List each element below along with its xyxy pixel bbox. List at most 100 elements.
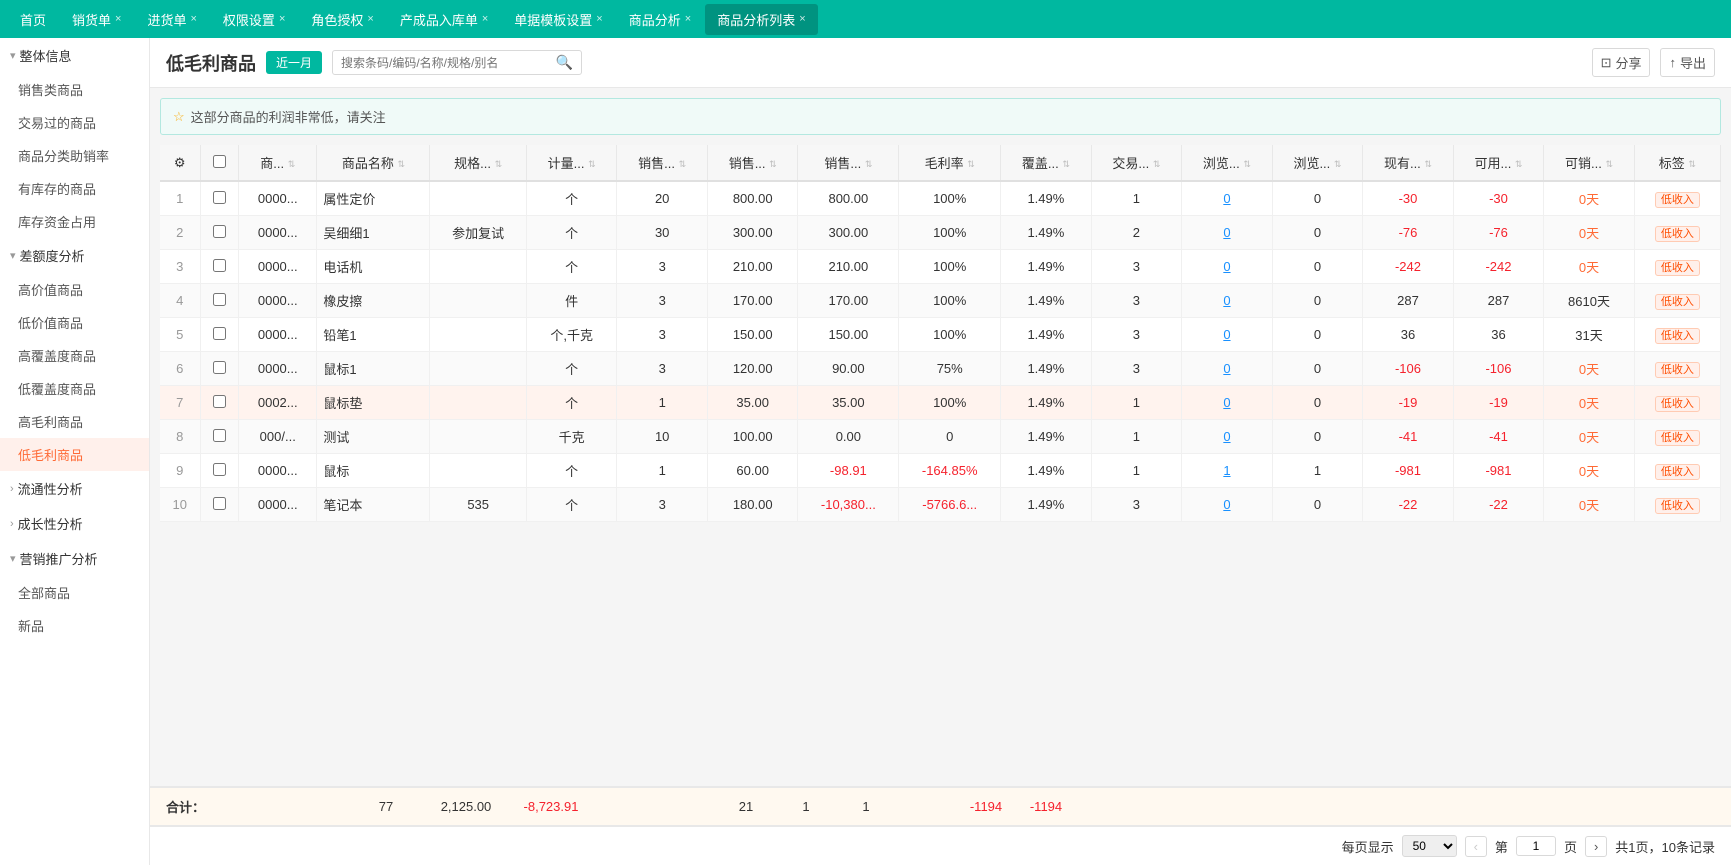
export-button[interactable]: ↑ 导出 [1660, 48, 1715, 77]
row-checkbox[interactable] [213, 463, 226, 476]
nav-item-template[interactable]: 单据模板设置 × [502, 4, 614, 35]
nav-close-template[interactable]: × [596, 13, 602, 25]
sort-sales-count[interactable]: ⇅ [679, 159, 687, 169]
sort-available[interactable]: ⇅ [1515, 159, 1523, 169]
view1-link[interactable]: 0 [1223, 395, 1230, 410]
sort-trade-count[interactable]: ⇅ [1153, 159, 1161, 169]
row-checkbox[interactable] [213, 497, 226, 510]
select-all-checkbox[interactable] [213, 155, 226, 168]
nav-item-role[interactable]: 角色授权 × [299, 4, 385, 35]
sidebar-item-sales-goods[interactable]: 销售类商品 [0, 73, 149, 106]
sidebar-item-category-rate[interactable]: 商品分类助销率 [0, 139, 149, 172]
share-button[interactable]: ⊡ 分享 [1592, 48, 1651, 77]
view1-link[interactable]: 0 [1223, 361, 1230, 376]
nav-close-permission[interactable]: × [279, 13, 285, 25]
sidebar-group-diff[interactable]: ▾ 差额度分析 [0, 238, 149, 273]
cell-sales-amount: 100.00 [707, 420, 798, 454]
cell-coverage: 1.49% [1001, 352, 1092, 386]
tag-low-income: 低收入 [1655, 430, 1700, 446]
sidebar-item-high-coverage[interactable]: 高覆盖度商品 [0, 339, 149, 372]
view1-link[interactable]: 0 [1223, 259, 1230, 274]
nav-item-home[interactable]: 首页 [8, 4, 58, 35]
sort-gross-margin[interactable]: ⇅ [967, 159, 975, 169]
search-input[interactable] [341, 56, 550, 70]
sort-spec[interactable]: ⇅ [495, 159, 503, 169]
sort-tag[interactable]: ⇅ [1688, 159, 1696, 169]
search-icon[interactable]: 🔍 [556, 54, 573, 71]
row-checkbox[interactable] [213, 191, 226, 204]
sidebar-group-growth-label: 成长性分析 [18, 514, 83, 533]
cell-checkbox [200, 284, 239, 318]
sort-name[interactable]: ⇅ [397, 159, 405, 169]
cell-sales-count: 3 [617, 318, 708, 352]
cell-trade-count: 1 [1091, 181, 1182, 216]
sort-current-stock[interactable]: ⇅ [1424, 159, 1432, 169]
nav-close-sales[interactable]: × [115, 13, 121, 25]
view1-link[interactable]: 0 [1223, 225, 1230, 240]
cell-no: 10 [160, 488, 200, 522]
sidebar-item-stock-capital[interactable]: 库存资金占用 [0, 205, 149, 238]
row-checkbox[interactable] [213, 259, 226, 272]
row-checkbox[interactable] [213, 429, 226, 442]
nav-item-sales[interactable]: 销货单 × [60, 4, 133, 35]
sort-sales-amount[interactable]: ⇅ [769, 159, 777, 169]
footer-blank1 [596, 799, 656, 814]
sort-view1[interactable]: ⇅ [1243, 159, 1251, 169]
footer-sales-profit-val: -8,723.91 [506, 799, 596, 814]
nav-close-analysis-list[interactable]: × [799, 13, 805, 25]
sort-sales-profit[interactable]: ⇅ [865, 159, 873, 169]
cell-spec [430, 352, 526, 386]
sidebar-item-all-goods[interactable]: 全部商品 [0, 576, 149, 609]
row-checkbox[interactable] [213, 361, 226, 374]
view1-link[interactable]: 0 [1223, 429, 1230, 444]
nav-item-permission[interactable]: 权限设置 × [211, 4, 297, 35]
sidebar-group-overall[interactable]: ▾ 整体信息 [0, 38, 149, 73]
view1-link[interactable]: 0 [1223, 293, 1230, 308]
view1-link[interactable]: 0 [1223, 191, 1230, 206]
time-tag-button[interactable]: 近一月 [266, 51, 322, 74]
row-checkbox[interactable] [213, 225, 226, 238]
sidebar-group-growth[interactable]: › 成长性分析 [0, 506, 149, 541]
nav-label-home: 首页 [20, 10, 46, 29]
sidebar-group-circulation[interactable]: › 流通性分析 [0, 471, 149, 506]
sidebar-item-new-goods[interactable]: 新品 [0, 609, 149, 642]
nav-close-purchase[interactable]: × [190, 13, 196, 25]
sidebar-item-low-coverage[interactable]: 低覆盖度商品 [0, 372, 149, 405]
cell-trade-count: 1 [1091, 386, 1182, 420]
nav-close-product[interactable]: × [482, 13, 488, 25]
sidebar-item-high-margin[interactable]: 高毛利商品 [0, 405, 149, 438]
sort-coverage[interactable]: ⇅ [1062, 159, 1070, 169]
sidebar-item-high-value[interactable]: 高价值商品 [0, 273, 149, 306]
nav-item-purchase[interactable]: 进货单 × [135, 4, 208, 35]
nav-close-analysis[interactable]: × [685, 13, 691, 25]
nav-item-product[interactable]: 产成品入库单 × [388, 4, 500, 35]
sidebar-item-low-margin[interactable]: 低毛利商品 [0, 438, 149, 471]
sort-view2[interactable]: ⇅ [1334, 159, 1342, 169]
row-checkbox[interactable] [213, 327, 226, 340]
sidebar-item-low-value[interactable]: 低价值商品 [0, 306, 149, 339]
cell-no: 7 [160, 386, 200, 420]
view1-link[interactable]: 0 [1223, 327, 1230, 342]
sort-code[interactable]: ⇅ [288, 159, 296, 169]
sort-unit[interactable]: ⇅ [588, 159, 596, 169]
cell-checkbox [200, 488, 239, 522]
nav-item-analysis[interactable]: 商品分析 × [617, 4, 703, 35]
sidebar-group-marketing[interactable]: ▾ 营销推广分析 [0, 541, 149, 576]
sort-sellable[interactable]: ⇅ [1605, 159, 1613, 169]
view1-link[interactable]: 0 [1223, 497, 1230, 512]
row-checkbox[interactable] [213, 395, 226, 408]
page-size-select[interactable]: 50 100 200 [1402, 835, 1457, 857]
nav-item-analysis-list[interactable]: 商品分析列表 × [705, 4, 817, 35]
next-page-button[interactable]: › [1585, 836, 1607, 857]
page-input[interactable] [1516, 836, 1556, 856]
row-checkbox[interactable] [213, 293, 226, 306]
col-settings[interactable]: ⚙ [160, 145, 200, 181]
prev-page-button[interactable]: ‹ [1465, 836, 1487, 857]
cell-sales-amount: 210.00 [707, 250, 798, 284]
sidebar-item-traded-goods[interactable]: 交易过的商品 [0, 106, 149, 139]
cell-view1: 0 [1182, 181, 1273, 216]
nav-close-role[interactable]: × [367, 13, 373, 25]
sidebar-item-stock-goods[interactable]: 有库存的商品 [0, 172, 149, 205]
view1-link[interactable]: 1 [1223, 463, 1230, 478]
cell-no: 5 [160, 318, 200, 352]
